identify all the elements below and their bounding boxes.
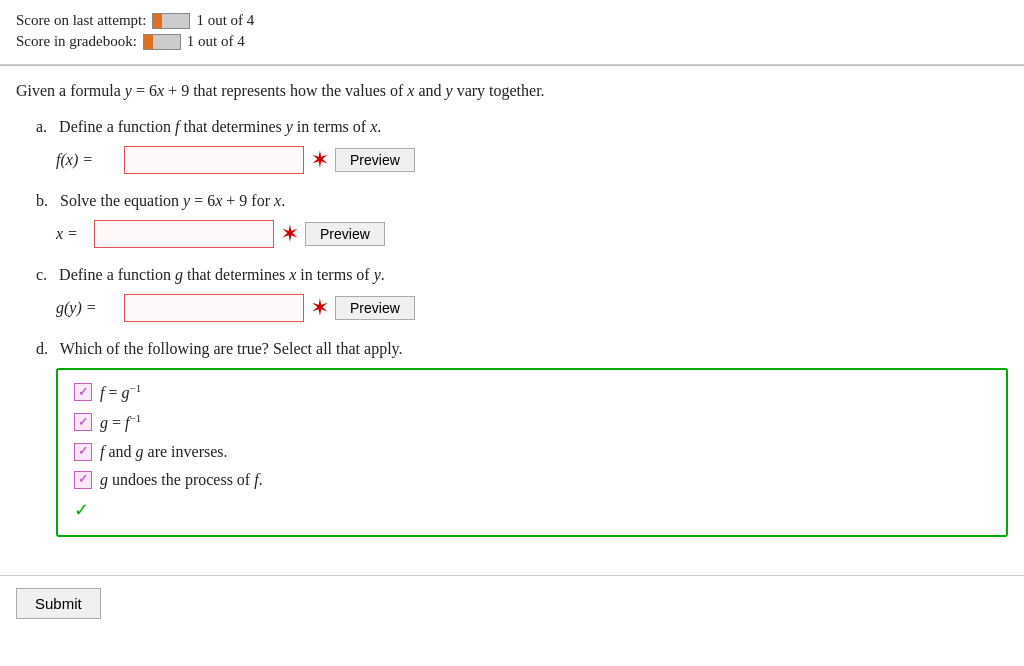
last-attempt-value: 1 out of 4 bbox=[196, 12, 254, 29]
part-b-label: b. Solve the equation y = 6x + 9 for x. bbox=[36, 192, 1008, 210]
part-a-error-star: ✶ bbox=[312, 149, 327, 171]
part-d-label: d. Which of the following are true? Sele… bbox=[36, 340, 1008, 358]
option-g-undoes-f: g undoes the process of f. bbox=[74, 471, 990, 489]
part-c-error-star: ✶ bbox=[312, 297, 327, 319]
score-bar-gradebook bbox=[143, 34, 181, 50]
checkbox-g-f-inv[interactable] bbox=[74, 413, 92, 431]
part-a-input-row: f(x) = ✶ Preview bbox=[56, 146, 1008, 174]
part-b-preview-btn[interactable]: Preview bbox=[305, 222, 385, 246]
var-y1: y bbox=[125, 82, 132, 99]
problem-intro: Given a formula y = 6x + 9 that represen… bbox=[16, 82, 1008, 100]
checkbox-f-g-inv[interactable] bbox=[74, 383, 92, 401]
score-bar-fill bbox=[153, 14, 162, 28]
part-c-label: c. Define a function g that determines x… bbox=[36, 266, 1008, 284]
option-f-equals-g-inv: f = g−1 bbox=[74, 382, 990, 402]
part-a: a. Define a function f that determines y… bbox=[36, 118, 1008, 174]
option-f-g-inverses-text: f and g are inverses. bbox=[100, 443, 228, 461]
part-c-input-row: g(y) = ✶ Preview bbox=[56, 294, 1008, 322]
part-a-input[interactable] bbox=[124, 146, 304, 174]
part-b-input[interactable] bbox=[94, 220, 274, 248]
part-a-math-label: f(x) = bbox=[56, 151, 116, 169]
gradebook-label: Score in gradebook: bbox=[16, 33, 137, 50]
last-attempt-label: Score on last attempt: bbox=[16, 12, 146, 29]
option-f-g-inv-text: f = g−1 bbox=[100, 382, 141, 402]
score-bar-empty2 bbox=[153, 35, 180, 49]
var-x1: x bbox=[157, 82, 164, 99]
checkbox-group: f = g−1 g = f−1 f and g are inverses. bbox=[56, 368, 1008, 537]
part-a-preview-btn[interactable]: Preview bbox=[335, 148, 415, 172]
green-checkmark: ✓ bbox=[74, 499, 990, 521]
var-x2: x bbox=[407, 82, 414, 99]
main-content: Given a formula y = 6x + 9 that represen… bbox=[0, 66, 1024, 575]
submit-button[interactable]: Submit bbox=[16, 588, 101, 619]
part-b-input-row: x = ✶ Preview bbox=[56, 220, 1008, 248]
score-bar-attempt bbox=[152, 13, 190, 29]
part-b: b. Solve the equation y = 6x + 9 for x. … bbox=[36, 192, 1008, 248]
part-c-input[interactable] bbox=[124, 294, 304, 322]
part-c: c. Define a function g that determines x… bbox=[36, 266, 1008, 322]
option-g-equals-f-inv: g = f−1 bbox=[74, 412, 990, 432]
part-b-error-star: ✶ bbox=[282, 223, 297, 245]
checkbox-g-undoes-f[interactable] bbox=[74, 471, 92, 489]
part-b-math-label: x = bbox=[56, 225, 86, 243]
part-c-preview-btn[interactable]: Preview bbox=[335, 296, 415, 320]
submit-section: Submit bbox=[0, 575, 1024, 631]
var-y2: y bbox=[446, 82, 453, 99]
part-a-label: a. Define a function f that determines y… bbox=[36, 118, 1008, 136]
option-g-undoes-f-text: g undoes the process of f. bbox=[100, 471, 263, 489]
page: Score on last attempt: 1 out of 4 Score … bbox=[0, 0, 1024, 666]
last-attempt-score: Score on last attempt: 1 out of 4 bbox=[16, 12, 1008, 29]
checkbox-f-g-inverses[interactable] bbox=[74, 443, 92, 461]
option-g-f-inv-text: g = f−1 bbox=[100, 412, 141, 432]
score-bar-fill2 bbox=[144, 35, 153, 49]
score-bar-empty bbox=[162, 14, 189, 28]
gradebook-score: Score in gradebook: 1 out of 4 bbox=[16, 33, 1008, 50]
option-f-g-inverses: f and g are inverses. bbox=[74, 443, 990, 461]
part-c-math-label: g(y) = bbox=[56, 299, 116, 317]
part-d: d. Which of the following are true? Sele… bbox=[36, 340, 1008, 537]
score-section: Score on last attempt: 1 out of 4 Score … bbox=[0, 0, 1024, 65]
gradebook-value: 1 out of 4 bbox=[187, 33, 245, 50]
